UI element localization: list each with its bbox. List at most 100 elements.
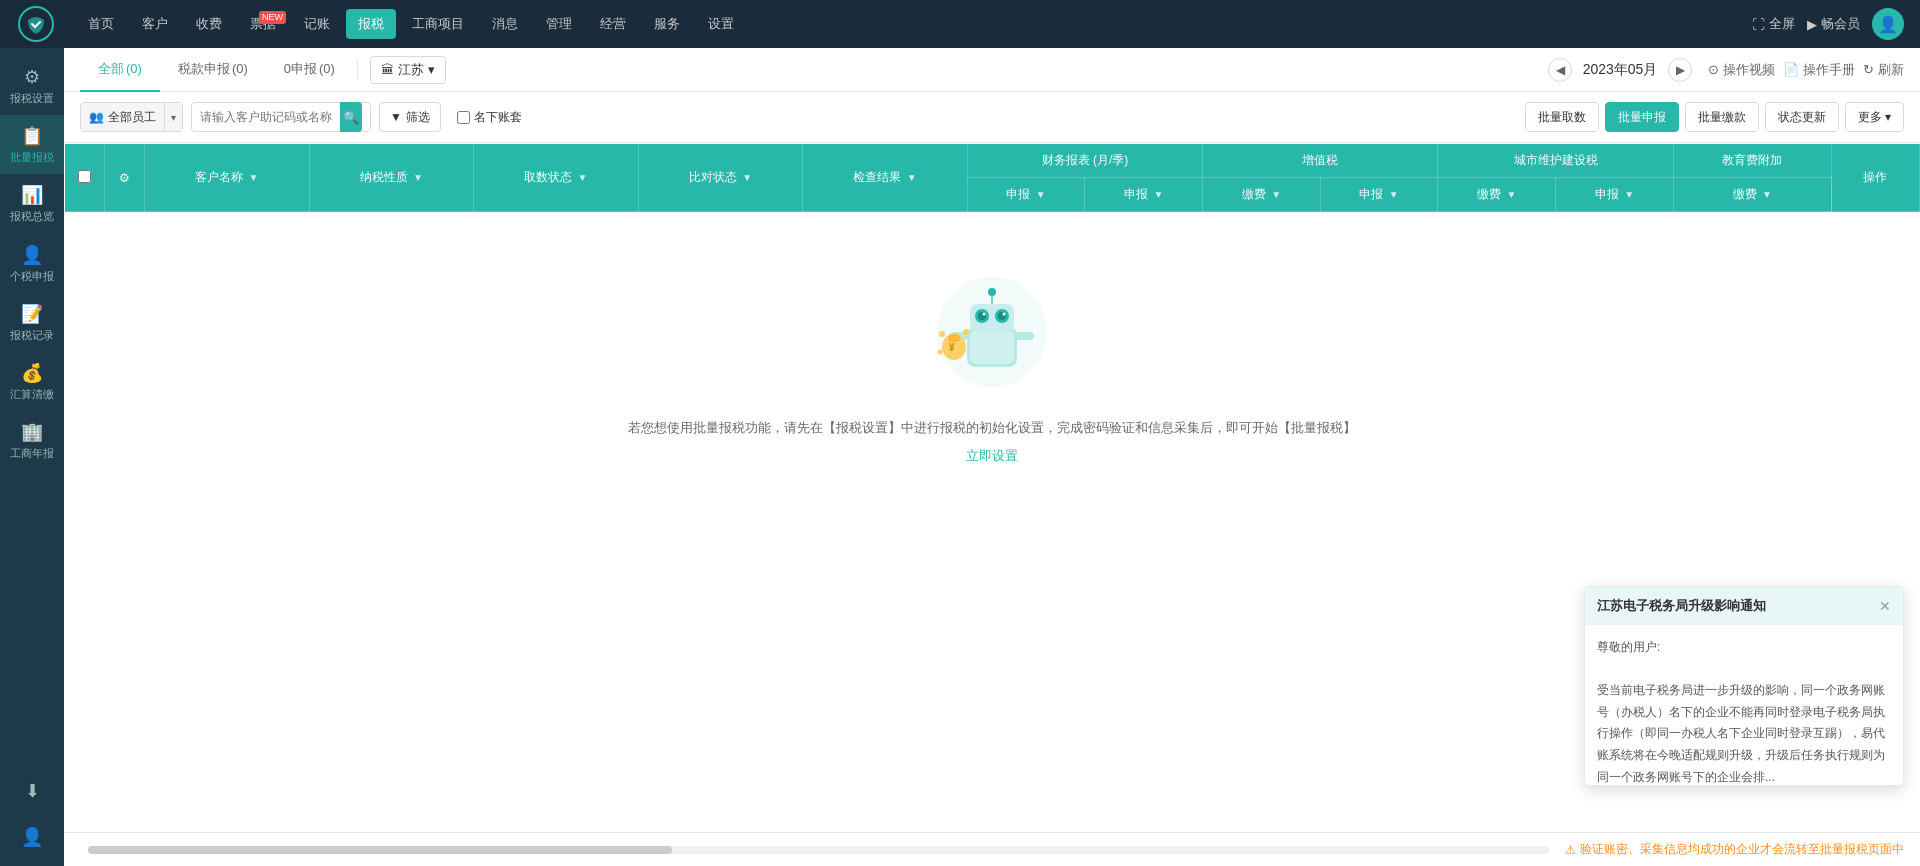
nav-items: 首页 客户 收费 票据 NEW 记账 报税 工商项目 消息 管理 经营 服务 设…: [76, 9, 1752, 39]
vat-header: 增值税: [1203, 144, 1438, 178]
vat-declare-header: 申报 ▼: [1085, 178, 1203, 212]
gear-header: ⚙: [105, 144, 145, 212]
fullscreen-button[interactable]: ⛶ 全屏: [1752, 15, 1795, 33]
operation-manual-button[interactable]: 📄 操作手册: [1783, 61, 1855, 79]
nav-home[interactable]: 首页: [76, 9, 126, 39]
nav-manage[interactable]: 管理: [534, 9, 584, 39]
sidebar-item-batch-tax[interactable]: 📋 批量报税: [0, 115, 64, 174]
tax-nature-filter-icon[interactable]: ▼: [413, 172, 423, 183]
nav-message[interactable]: 消息: [480, 9, 530, 39]
svg-point-20: [938, 350, 943, 355]
status-update-button[interactable]: 状态更新: [1765, 102, 1839, 132]
nav-tax[interactable]: 报税: [346, 9, 396, 39]
tab-tax-declaration[interactable]: 税款申报 (0): [160, 48, 266, 92]
prev-month-button[interactable]: ◀: [1548, 58, 1572, 82]
top-navigation: 首页 客户 收费 票据 NEW 记账 报税 工商项目 消息 管理 经营 服务 设…: [0, 0, 1920, 48]
employee-icon: 👥: [89, 110, 104, 124]
vat-payment-header: 缴费 ▼: [1203, 178, 1321, 212]
education-surcharge-header: 教育费附加: [1673, 144, 1831, 178]
account-set-checkbox-label[interactable]: 名下账套: [457, 109, 522, 126]
client-name-header: 客户名称 ▼: [145, 144, 310, 212]
employee-selector[interactable]: 👥 全部员工 ▾: [80, 102, 183, 132]
setup-link[interactable]: 立即设置: [966, 447, 1018, 465]
city-tax-payment-header: 缴费 ▼: [1438, 178, 1556, 212]
operation-header: 操作: [1831, 144, 1919, 212]
sidebar-bottom: ⬇ 👤: [17, 770, 47, 858]
vat-payment-filter-icon[interactable]: ▼: [1271, 189, 1281, 200]
user-icon: 👤: [21, 826, 43, 848]
sidebar-item-user[interactable]: 👤: [17, 816, 47, 858]
nav-fee[interactable]: 收费: [184, 9, 234, 39]
warning-icon: ⚠: [1565, 843, 1576, 857]
search-input[interactable]: [200, 110, 340, 124]
compare-status-header: 比对状态 ▼: [638, 144, 803, 212]
operation-video-button[interactable]: ⊙ 操作视频: [1708, 61, 1775, 79]
nav-client[interactable]: 客户: [130, 9, 180, 39]
member-icon: ▶: [1807, 17, 1817, 32]
popup-body: 尊敬的用户: 受当前电子税务局进一步升级的影响，同一个政务网账号（办税人）名下的…: [1585, 625, 1903, 785]
region-selector[interactable]: 🏛 江苏 ▾: [370, 56, 446, 84]
batch-payment-button[interactable]: 批量缴款: [1685, 102, 1759, 132]
tax-settings-icon: ⚙: [21, 66, 43, 88]
app-logo[interactable]: [16, 4, 56, 44]
toolbar-right-actions: 批量取数 批量申报 批量缴款 状态更新 更多 ▾: [1525, 102, 1904, 132]
financial-declare-filter-icon[interactable]: ▼: [1036, 189, 1046, 200]
nav-accounting[interactable]: 记账: [292, 9, 342, 39]
popup-title: 江苏电子税务局升级影响通知: [1597, 597, 1766, 615]
notification-popup: 江苏电子税务局升级影响通知 ✕ 尊敬的用户: 受当前电子税务局进一步升级的影响，…: [1584, 586, 1904, 786]
edu-payment-filter-icon[interactable]: ▼: [1762, 189, 1772, 200]
member-button[interactable]: ▶ 畅会员: [1807, 15, 1860, 33]
sidebar-item-personal-tax[interactable]: 👤 个税申报: [0, 234, 64, 293]
more-button[interactable]: 更多 ▾: [1845, 102, 1904, 132]
sidebar-item-annual-report[interactable]: 🏢 工商年报: [0, 411, 64, 470]
sidebar: ⚙ 报税设置 📋 批量报税 📊 报税总览 👤 个税申报 📝 报税记录 💰 汇算清…: [0, 48, 64, 866]
check-result-filter-icon[interactable]: ▼: [907, 172, 917, 183]
refresh-button[interactable]: ↻ 刷新: [1863, 61, 1904, 79]
sidebar-item-download[interactable]: ⬇: [17, 770, 47, 812]
client-name-filter-icon[interactable]: ▼: [248, 172, 258, 183]
next-month-button[interactable]: ▶: [1668, 58, 1692, 82]
sidebar-item-tax-settings[interactable]: ⚙ 报税设置: [0, 56, 64, 115]
batch-fetch-button[interactable]: 批量取数: [1525, 102, 1599, 132]
current-month: 2023年05月: [1580, 61, 1660, 79]
employee-dropdown-button[interactable]: ▾: [165, 103, 182, 131]
user-avatar[interactable]: 👤: [1872, 8, 1904, 40]
nav-settings[interactable]: 设置: [696, 9, 746, 39]
financial-declare-header: 申报 ▼: [967, 178, 1085, 212]
compare-status-filter-icon[interactable]: ▼: [742, 172, 752, 183]
edu-declare-filter-icon[interactable]: ▼: [1624, 189, 1634, 200]
fetch-status-header: 取数状态 ▼: [474, 144, 639, 212]
search-button[interactable]: 🔍: [340, 102, 362, 132]
month-navigator: ◀ 2023年05月 ▶: [1548, 58, 1692, 82]
horizontal-scrollbar[interactable]: [88, 846, 1549, 854]
filter-button[interactable]: ▼ 筛选: [379, 102, 441, 132]
select-all-checkbox[interactable]: [78, 170, 91, 183]
sub-tabs-bar: 全部 (0) 税款申报 (0) 0申报 (0) 🏛 江苏 ▾ ◀ 2023年05…: [64, 48, 1920, 92]
vat-declare-filter-icon[interactable]: ▼: [1153, 189, 1163, 200]
edu-payment-header: 缴费 ▼: [1673, 178, 1831, 212]
bottom-bar: ⚠ 验证账密、采集信息均成功的企业才会流转至批量报税页面中: [64, 832, 1920, 866]
sidebar-item-tax-record[interactable]: 📝 报税记录: [0, 293, 64, 352]
scrollbar-thumb: [88, 846, 672, 854]
tab-separator: [357, 60, 358, 80]
account-set-checkbox[interactable]: [457, 111, 470, 124]
batch-declare-button[interactable]: 批量申报: [1605, 102, 1679, 132]
nav-service[interactable]: 服务: [642, 9, 692, 39]
nav-business[interactable]: 工商项目: [400, 9, 476, 39]
nav-operation[interactable]: 经营: [588, 9, 638, 39]
city-tax-payment-filter-icon[interactable]: ▼: [1506, 189, 1516, 200]
fetch-status-filter-icon[interactable]: ▼: [578, 172, 588, 183]
tax-record-icon: 📝: [21, 303, 43, 325]
city-tax-declare-filter-icon[interactable]: ▼: [1389, 189, 1399, 200]
sidebar-item-tax-overview[interactable]: 📊 报税总览: [0, 174, 64, 233]
nav-invoice[interactable]: 票据 NEW: [238, 9, 288, 39]
new-badge: NEW: [259, 11, 286, 24]
popup-close-button[interactable]: ✕: [1879, 598, 1891, 614]
tab-all[interactable]: 全部 (0): [80, 48, 160, 92]
tab-zero-declaration[interactable]: 0申报 (0): [266, 48, 353, 92]
sidebar-item-annual-settlement[interactable]: 💰 汇算清缴: [0, 352, 64, 411]
data-table: ⚙ 客户名称 ▼ 纳税性质 ▼ 取数状态 ▼ 比对状态: [64, 143, 1920, 525]
robot-illustration: ¥: [932, 272, 1052, 392]
svg-text:¥: ¥: [949, 342, 955, 353]
warning-text: ⚠ 验证账密、采集信息均成功的企业才会流转至批量报税页面中: [1565, 841, 1904, 858]
